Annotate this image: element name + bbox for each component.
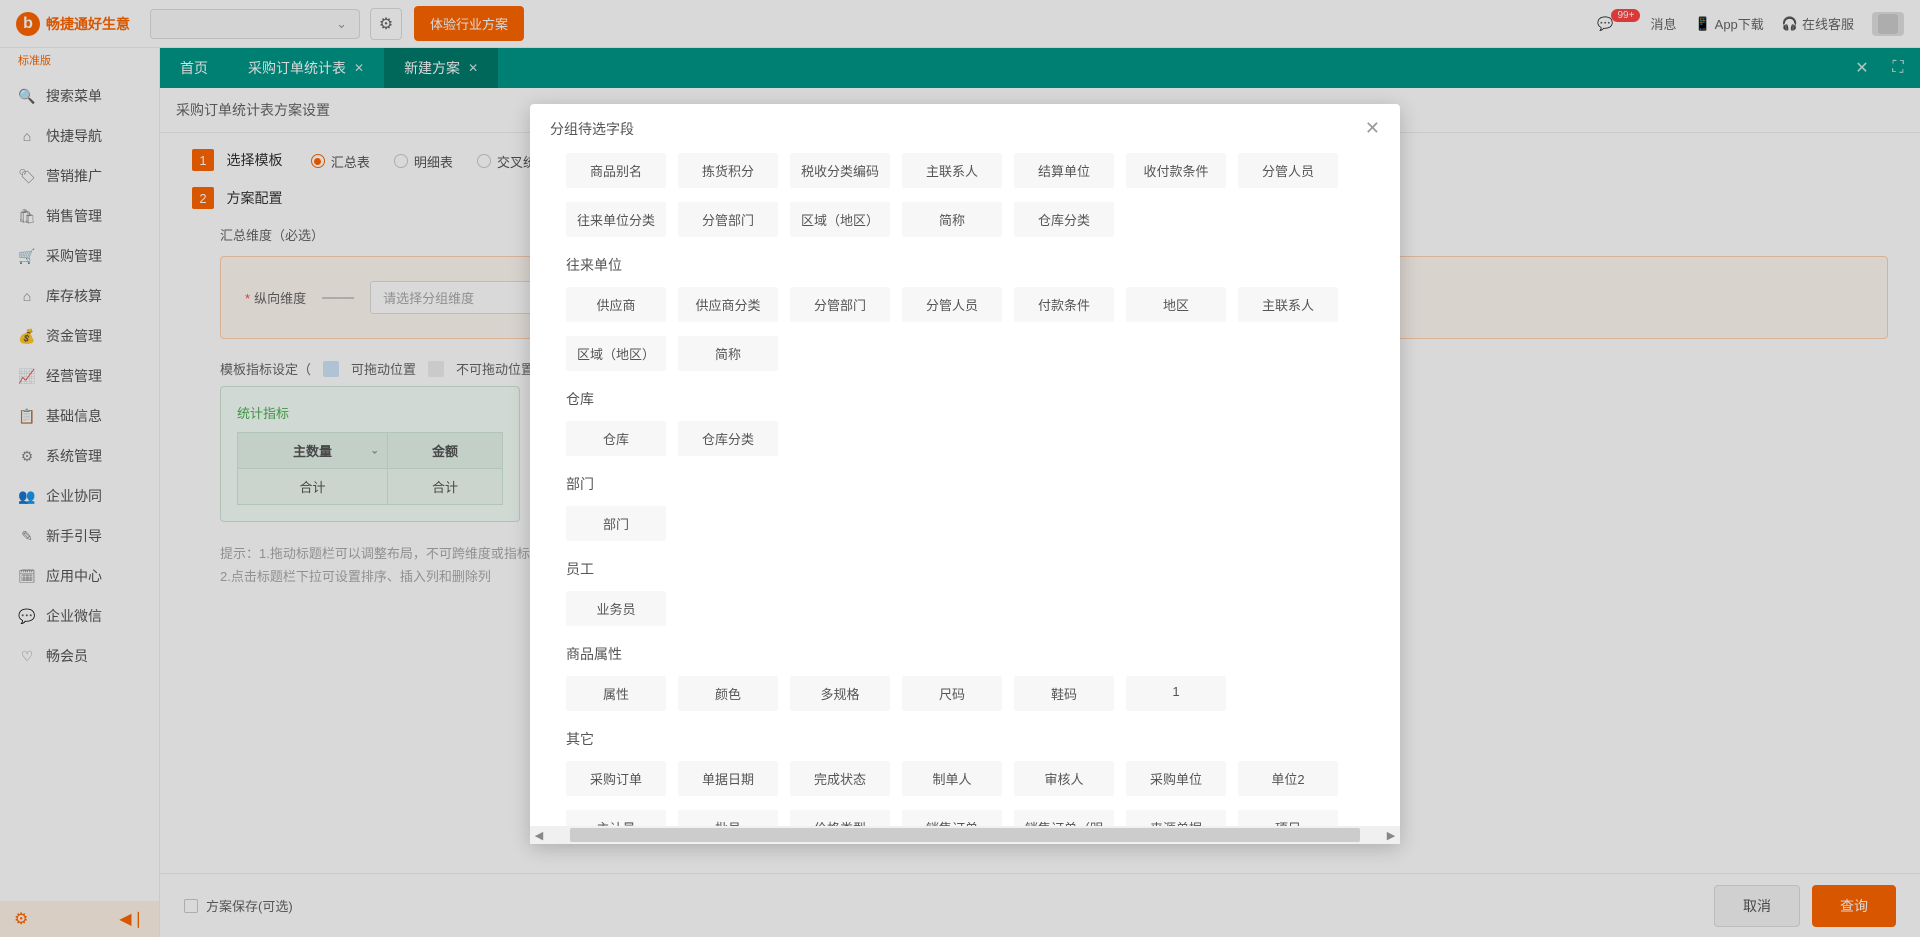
field-chip[interactable]: 区域（地区） — [790, 202, 890, 237]
field-chip[interactable]: 商品别名 — [566, 153, 666, 188]
field-chip[interactable]: 主联系人 — [1238, 287, 1338, 322]
field-chip[interactable]: 采购订单 — [566, 761, 666, 796]
field-chip[interactable]: 鞋码 — [1014, 676, 1114, 711]
field-row: 商品别名拣货积分税收分类编码主联系人结算单位收付款条件分管人员 — [566, 153, 1380, 188]
field-chip[interactable]: 分管人员 — [902, 287, 1002, 322]
field-chip[interactable]: 分管部门 — [678, 202, 778, 237]
field-row: 仓库仓库分类 — [566, 421, 1380, 456]
field-chip[interactable]: 单位2 — [1238, 761, 1338, 796]
field-group-title: 其它 — [566, 729, 1380, 749]
field-chip[interactable]: 付款条件 — [1014, 287, 1114, 322]
field-chip[interactable]: 供应商 — [566, 287, 666, 322]
field-row: 采购订单单据日期完成状态制单人审核人采购单位单位2 — [566, 761, 1380, 796]
field-chip[interactable]: 销售订单（明细） — [1014, 810, 1114, 826]
field-chip[interactable]: 仓库 — [566, 421, 666, 456]
field-chip[interactable]: 主计量 — [566, 810, 666, 826]
field-chip[interactable]: 多规格 — [790, 676, 890, 711]
field-group-title: 仓库 — [566, 389, 1380, 409]
modal-hscrollbar[interactable]: ◀ ▶ — [530, 826, 1400, 844]
field-group-title: 员工 — [566, 559, 1380, 579]
field-chip[interactable]: 1 — [1126, 676, 1226, 711]
field-row: 区域（地区） 简称 — [566, 336, 1380, 371]
field-row: 主计量批号价格类型销售订单销售订单（明细） 来源单据项目 — [566, 810, 1380, 826]
field-chip[interactable]: 拣货积分 — [678, 153, 778, 188]
field-chip[interactable]: 尺码 — [902, 676, 1002, 711]
field-chip[interactable]: 简称 — [902, 202, 1002, 237]
field-row: 往来单位分类分管部门区域（地区） 简称仓库分类 — [566, 202, 1380, 237]
field-chip[interactable]: 收付款条件 — [1126, 153, 1226, 188]
field-chip[interactable]: 项目 — [1238, 810, 1338, 826]
field-group-title: 商品属性 — [566, 644, 1380, 664]
field-chip[interactable]: 业务员 — [566, 591, 666, 626]
field-chip[interactable]: 来源单据 — [1126, 810, 1226, 826]
field-row: 属性颜色多规格尺码鞋码 1 — [566, 676, 1380, 711]
field-picker-modal: 分组待选字段 ✕ 商品别名拣货积分税收分类编码主联系人结算单位收付款条件分管人员… — [530, 104, 1400, 844]
field-row: 部门 — [566, 506, 1380, 541]
field-chip[interactable]: 颜色 — [678, 676, 778, 711]
field-chip[interactable]: 属性 — [566, 676, 666, 711]
field-chip[interactable]: 主联系人 — [902, 153, 1002, 188]
modal-title: 分组待选字段 — [550, 119, 634, 139]
field-chip[interactable]: 税收分类编码 — [790, 153, 890, 188]
field-chip[interactable]: 采购单位 — [1126, 761, 1226, 796]
field-chip[interactable]: 地区 — [1126, 287, 1226, 322]
field-chip[interactable]: 仓库分类 — [678, 421, 778, 456]
scroll-thumb[interactable] — [570, 828, 1360, 842]
field-chip[interactable]: 批号 — [678, 810, 778, 826]
field-chip[interactable]: 仓库分类 — [1014, 202, 1114, 237]
field-chip[interactable]: 单据日期 — [678, 761, 778, 796]
field-chip[interactable]: 分管部门 — [790, 287, 890, 322]
field-chip[interactable]: 供应商分类 — [678, 287, 778, 322]
modal-header: 分组待选字段 ✕ — [530, 104, 1400, 153]
modal-body[interactable]: 商品别名拣货积分税收分类编码主联系人结算单位收付款条件分管人员往来单位分类分管部… — [530, 153, 1400, 826]
field-chip[interactable]: 价格类型 — [790, 810, 890, 826]
field-chip[interactable]: 审核人 — [1014, 761, 1114, 796]
field-chip[interactable]: 分管人员 — [1238, 153, 1338, 188]
field-group-title: 部门 — [566, 474, 1380, 494]
field-chip[interactable]: 结算单位 — [1014, 153, 1114, 188]
field-chip[interactable]: 往来单位分类 — [566, 202, 666, 237]
field-chip[interactable]: 制单人 — [902, 761, 1002, 796]
field-group-title: 往来单位 — [566, 255, 1380, 275]
field-chip[interactable]: 销售订单 — [902, 810, 1002, 826]
field-chip[interactable]: 部门 — [566, 506, 666, 541]
scroll-left-icon[interactable]: ◀ — [530, 829, 548, 842]
scroll-right-icon[interactable]: ▶ — [1382, 829, 1400, 842]
field-row: 业务员 — [566, 591, 1380, 626]
field-chip[interactable]: 完成状态 — [790, 761, 890, 796]
field-chip[interactable]: 区域（地区） — [566, 336, 666, 371]
field-row: 供应商供应商分类分管部门分管人员付款条件地区主联系人 — [566, 287, 1380, 322]
field-chip[interactable]: 简称 — [678, 336, 778, 371]
modal-close-button[interactable]: ✕ — [1365, 118, 1380, 139]
